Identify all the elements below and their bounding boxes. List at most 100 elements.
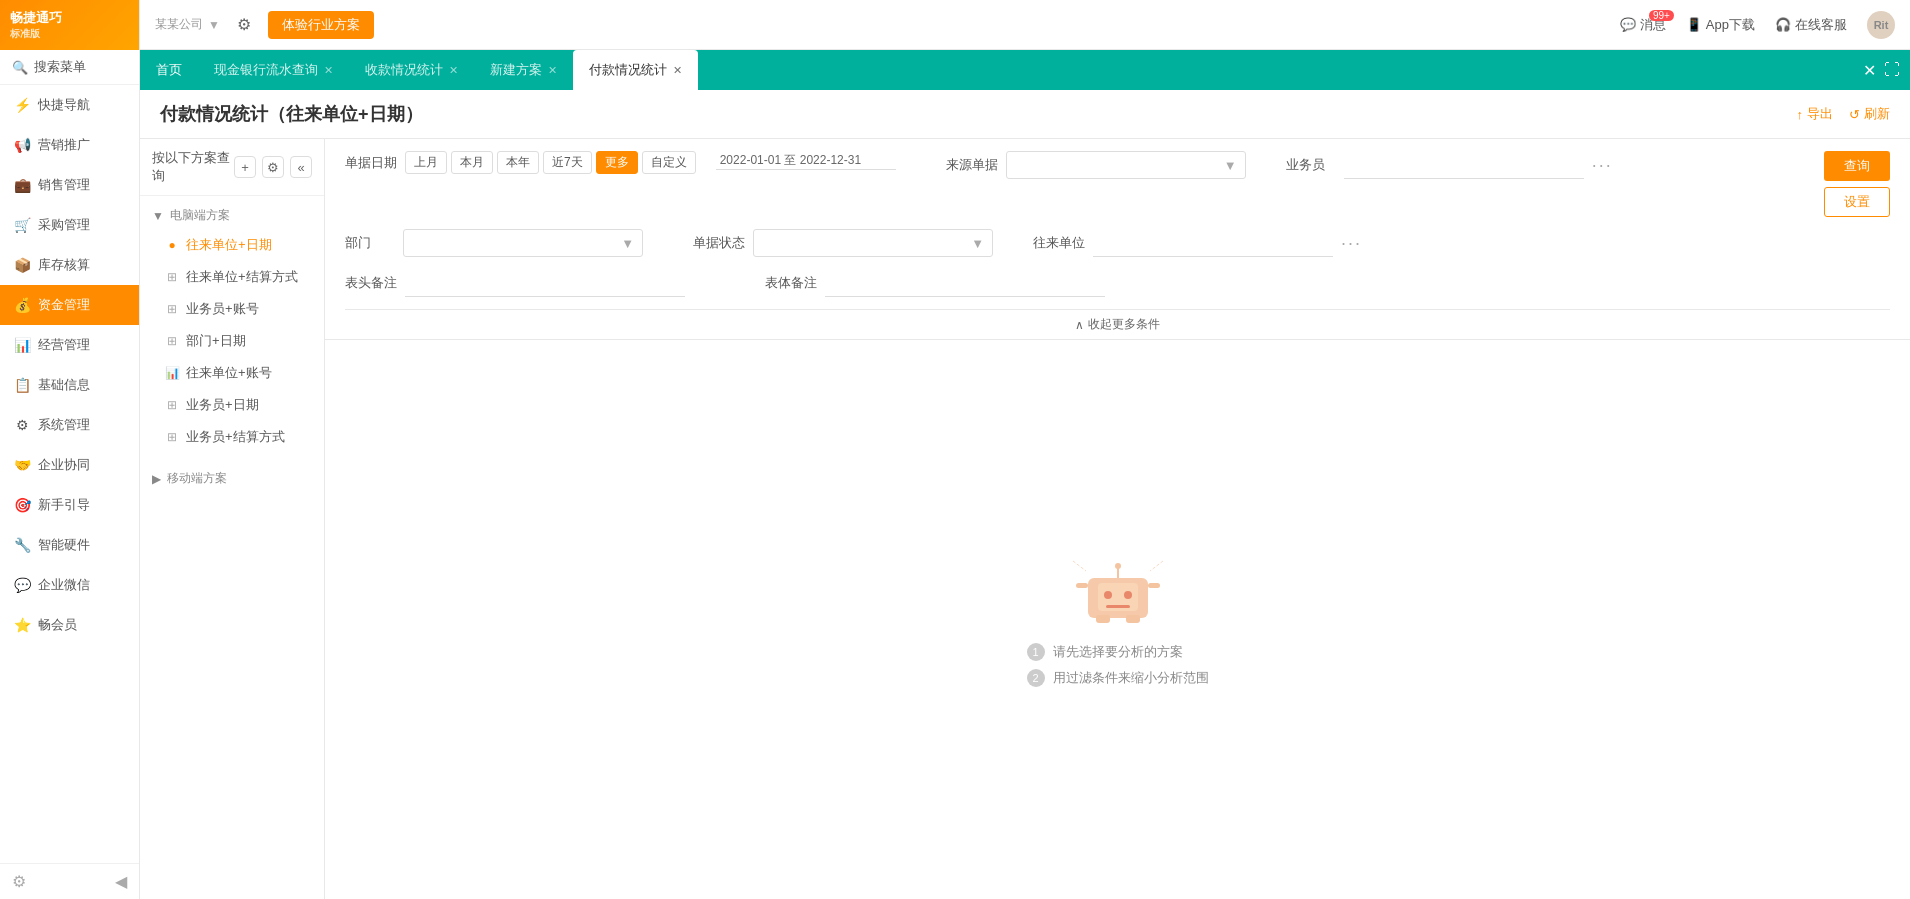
scheme-label: 部门+日期 [186, 332, 246, 350]
date-btn-more[interactable]: 更多 [596, 151, 638, 174]
sidebar-nav-item-purchase[interactable]: 🛒 采购管理 [0, 205, 139, 245]
main-content: 某某公司 ▼ ⚙ 体验行业方案 💬 消息 99+ 📱 App下载 🎧 在线客服 … [140, 0, 1910, 899]
dept-select[interactable]: ▼ [403, 229, 643, 257]
user-info[interactable]: 某某公司 ▼ [155, 16, 220, 33]
collapse-more-conditions-button[interactable]: ∧ 收起更多条件 [345, 309, 1890, 339]
scheme-item-partner-date[interactable]: ● 往来单位+日期 [140, 229, 324, 261]
scheme-item-partner-settlement[interactable]: ⊞ 往来单位+结算方式 [140, 261, 324, 293]
tab-bank-flow-close[interactable]: ✕ [324, 64, 333, 77]
sidebar-collapse-icon[interactable]: ◀ [115, 872, 127, 891]
dropdown-icon[interactable]: ▼ [208, 18, 220, 32]
sidebar-nav-item-inventory[interactable]: 📦 库存核算 [0, 245, 139, 285]
sidebar-nav-item-wechat[interactable]: 💬 企业微信 [0, 565, 139, 605]
sidebar-nav-item-sales[interactable]: 💼 销售管理 [0, 165, 139, 205]
sidebar-nav-item-quick-nav[interactable]: ⚡ 快捷导航 [0, 85, 139, 125]
app-icon: 📱 [1686, 17, 1702, 32]
tab-new-scheme[interactable]: 新建方案 ✕ [474, 50, 573, 90]
tab-receipt-stats[interactable]: 收款情况统计 ✕ [349, 50, 474, 90]
date-btn-last-month[interactable]: 上月 [405, 151, 447, 174]
nav-label: 智能硬件 [38, 536, 90, 554]
tab-receipt-stats-close[interactable]: ✕ [449, 64, 458, 77]
scheme-active-icon: ● [164, 237, 180, 253]
messages-button[interactable]: 💬 消息 99+ [1620, 16, 1666, 34]
maximize-icon[interactable]: ⛶ [1884, 61, 1900, 79]
scheme-icon: ⊞ [164, 429, 180, 445]
header-remark-input[interactable] [405, 269, 685, 297]
scheme-item-staff-date[interactable]: ⊞ 业务员+日期 [140, 389, 324, 421]
basic-icon: 📋 [12, 375, 32, 395]
sidebar-nav-item-basic[interactable]: 📋 基础信息 [0, 365, 139, 405]
nav-label: 库存核算 [38, 256, 90, 274]
body-remark-input[interactable] [825, 269, 1105, 297]
page-title: 付款情况统计（往来单位+日期） [160, 102, 423, 126]
scheme-group-desktop-title[interactable]: ▼ 电脑端方案 [140, 202, 324, 229]
app-download-button[interactable]: 📱 App下载 [1686, 16, 1755, 34]
sidebar-nav-item-operations[interactable]: 📊 经营管理 [0, 325, 139, 365]
svg-line-12 [1150, 561, 1163, 571]
topbar-settings-button[interactable]: ⚙ [230, 11, 258, 39]
date-range-input[interactable] [716, 151, 896, 170]
svg-point-2 [1104, 591, 1112, 599]
scheme-item-staff-settlement[interactable]: ⊞ 业务员+结算方式 [140, 421, 324, 453]
partner-label: 往来单位 [1033, 234, 1085, 252]
sidebar-nav-item-enterprise[interactable]: 🤝 企业协同 [0, 445, 139, 485]
partner-input[interactable] [1093, 229, 1333, 257]
marketing-icon: 📢 [12, 135, 32, 155]
tab-home[interactable]: 首页 [140, 50, 198, 90]
scheme-label: 业务员+日期 [186, 396, 259, 414]
tab-new-scheme-close[interactable]: ✕ [548, 64, 557, 77]
search-icon: 🔍 [12, 60, 28, 75]
industry-button[interactable]: 体验行业方案 [268, 11, 374, 39]
scheme-item-partner-account[interactable]: 📊 往来单位+账号 [140, 357, 324, 389]
nav-label: 营销推广 [38, 136, 90, 154]
operations-icon: 📊 [12, 335, 32, 355]
sidebar-nav-item-marketing[interactable]: 📢 营销推广 [0, 125, 139, 165]
svg-point-3 [1124, 591, 1132, 599]
search-menu[interactable]: 🔍 搜索菜单 [0, 50, 139, 85]
partner-more-button[interactable]: ··· [1341, 233, 1362, 254]
user-avatar[interactable]: Rit [1867, 11, 1895, 39]
content-wrapper: 按以下方案查询 + ⚙ « [140, 139, 1910, 899]
sidebar-nav-item-guide[interactable]: 🎯 新手引导 [0, 485, 139, 525]
sidebar-settings-icon[interactable]: ⚙ [12, 872, 26, 891]
svg-rect-8 [1148, 583, 1160, 588]
query-button[interactable]: 查询 [1824, 151, 1890, 181]
tab-bank-flow[interactable]: 现金银行流水查询 ✕ [198, 50, 349, 90]
scheme-settings-button[interactable]: ⚙ [262, 156, 284, 178]
receipt-stats-label: 收款情况统计 [365, 61, 443, 79]
scheme-label: 业务员+账号 [186, 300, 259, 318]
sidebar-nav-item-funds[interactable]: 💰 资金管理 [0, 285, 139, 325]
date-btn-custom[interactable]: 自定义 [642, 151, 696, 174]
scheme-item-staff-account[interactable]: ⊞ 业务员+账号 [140, 293, 324, 325]
refresh-button[interactable]: ↺ 刷新 [1849, 105, 1890, 123]
body-remark-label: 表体备注 [765, 274, 817, 292]
staff-input[interactable] [1344, 151, 1584, 179]
sidebar-nav-item-member[interactable]: ⭐ 畅会员 [0, 605, 139, 645]
sidebar-nav-item-system[interactable]: ⚙ 系统管理 [0, 405, 139, 445]
nav-label: 系统管理 [38, 416, 90, 434]
scheme-collapse-button[interactable]: « [290, 156, 312, 178]
export-button[interactable]: ↑ 导出 [1797, 105, 1834, 123]
date-btn-this-month[interactable]: 本月 [451, 151, 493, 174]
message-icon: 💬 [1620, 17, 1636, 32]
tab-payment-stats[interactable]: 付款情况统计 ✕ [573, 50, 698, 90]
close-all-tabs-icon[interactable]: ✕ [1863, 61, 1876, 80]
svg-point-6 [1115, 563, 1121, 569]
scheme-group-mobile-title[interactable]: ▶ 移动端方案 [140, 465, 324, 492]
date-btn-last-7days[interactable]: 近7天 [543, 151, 592, 174]
staff-more-button[interactable]: ··· [1592, 155, 1613, 176]
filter-row-2: 部门 ▼ 单据状态 ▼ [345, 229, 1890, 257]
svg-rect-4 [1106, 605, 1130, 608]
date-btn-this-year[interactable]: 本年 [497, 151, 539, 174]
tab-payment-stats-close[interactable]: ✕ [673, 64, 682, 77]
sidebar-nav-item-hardware[interactable]: 🔧 智能硬件 [0, 525, 139, 565]
header-remark-label: 表头备注 [345, 274, 397, 292]
scheme-item-dept-date[interactable]: ⊞ 部门+日期 [140, 325, 324, 357]
scheme-panel-header-actions: + ⚙ « [234, 156, 312, 178]
add-scheme-button[interactable]: + [234, 156, 256, 178]
source-select[interactable]: ▼ [1006, 151, 1246, 179]
filter-settings-button[interactable]: 设置 [1824, 187, 1890, 217]
sales-icon: 💼 [12, 175, 32, 195]
docstatus-select[interactable]: ▼ [753, 229, 993, 257]
online-service-button[interactable]: 🎧 在线客服 [1775, 16, 1847, 34]
